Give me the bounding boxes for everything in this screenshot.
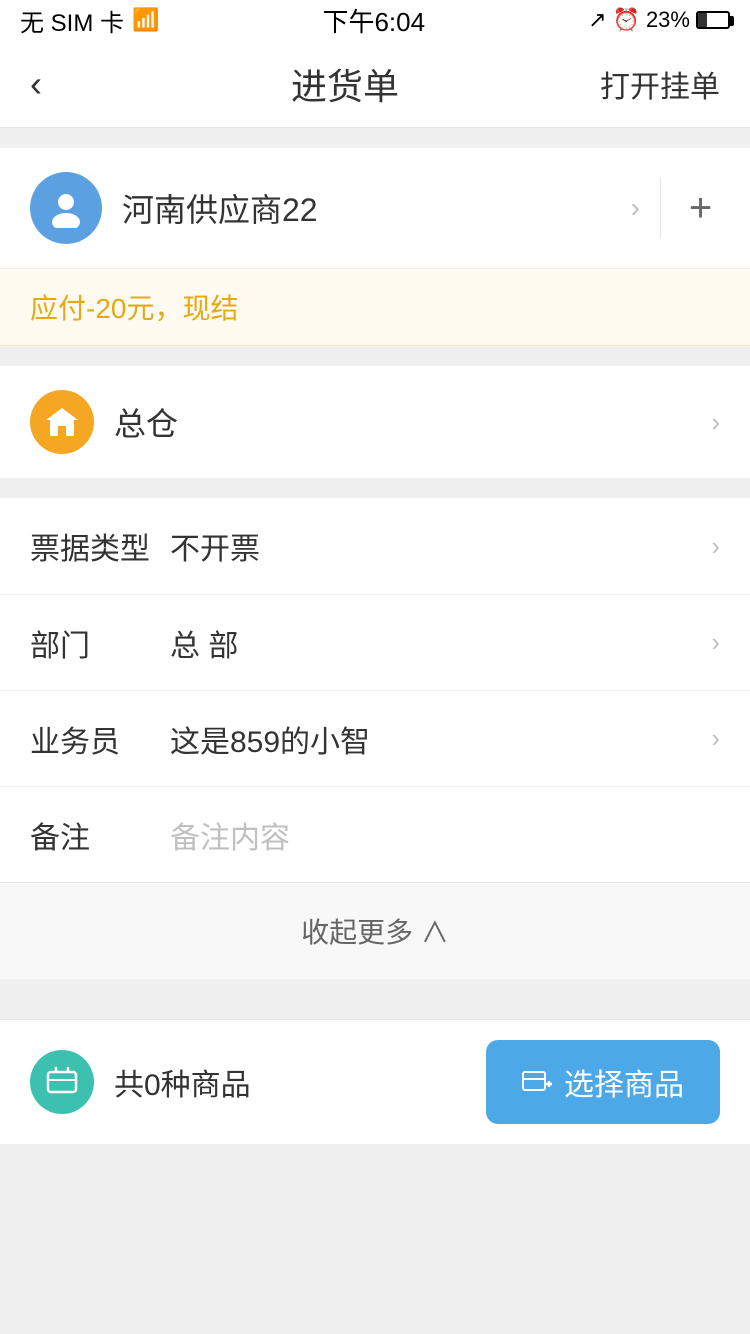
supplier-alert: 应付-20元，现结: [0, 269, 750, 346]
cart-icon: [44, 1064, 80, 1100]
page-title: 进货单: [291, 58, 399, 110]
warehouse-name: 总仓: [114, 399, 711, 445]
remark-row[interactable]: 备注 备注内容: [0, 786, 750, 882]
select-product-button[interactable]: 选择商品: [486, 1040, 720, 1124]
bottom-bar: 共0种商品 选择商品: [0, 1019, 750, 1144]
section-divider-1: [0, 128, 750, 148]
status-bar: 无 SIM 卡 📶 下午6:04 ↗ ⏰ 23%: [0, 0, 750, 40]
section-divider-2: [0, 346, 750, 366]
location-icon: ↗: [588, 7, 606, 33]
status-right: ↗ ⏰ 23%: [588, 7, 730, 33]
supplier-avatar: [30, 172, 102, 244]
invoice-type-row[interactable]: 票据类型 不开票 ›: [0, 498, 750, 594]
product-icon: [30, 1050, 94, 1114]
supplier-section: 河南供应商22 › + 应付-20元，现结: [0, 148, 750, 346]
wifi-icon: 📶: [132, 7, 159, 33]
collapse-row[interactable]: 收起更多 ∧: [0, 882, 750, 979]
supplier-chevron-icon: ›: [631, 192, 640, 224]
sim-label: 无 SIM 卡: [20, 3, 124, 38]
salesperson-label: 业务员: [30, 717, 170, 761]
section-divider-3: [0, 478, 750, 498]
remark-input[interactable]: 备注内容: [170, 813, 720, 857]
battery-label: 23%: [646, 7, 690, 33]
warehouse-chevron-icon: ›: [711, 407, 720, 438]
department-row[interactable]: 部门 总 部 ›: [0, 594, 750, 690]
product-count: 共0种商品: [114, 1060, 486, 1104]
warehouse-row[interactable]: 总仓 ›: [0, 366, 750, 478]
back-button[interactable]: ‹: [30, 63, 90, 105]
supplier-row[interactable]: 河南供应商22 › +: [0, 148, 750, 269]
warehouse-section: 总仓 ›: [0, 366, 750, 478]
status-left: 无 SIM 卡 📶: [20, 3, 159, 38]
supplier-name: 河南供应商22: [122, 185, 631, 231]
home-icon: [44, 404, 80, 440]
battery-icon: [696, 11, 730, 29]
department-value: 总 部: [170, 621, 711, 665]
invoice-type-label: 票据类型: [30, 524, 170, 568]
status-time: 下午6:04: [322, 2, 425, 39]
form-section: 票据类型 不开票 › 部门 总 部 › 业务员 这是859的小智 › 备注 备注…: [0, 498, 750, 979]
alarm-icon: ⏰: [613, 7, 640, 33]
add-supplier-button[interactable]: +: [660, 178, 720, 238]
collapse-label: 收起更多 ∧: [301, 917, 449, 948]
invoice-type-chevron-icon: ›: [711, 531, 720, 562]
select-product-label: 选择商品: [564, 1060, 684, 1104]
user-icon: [46, 188, 86, 228]
remark-label: 备注: [30, 813, 170, 857]
nav-bar: ‹ 进货单 打开挂单: [0, 40, 750, 128]
warehouse-icon: [30, 390, 94, 454]
salesperson-chevron-icon: ›: [711, 723, 720, 754]
section-divider-4: [0, 979, 750, 999]
department-label: 部门: [30, 621, 170, 665]
salesperson-value: 这是859的小智: [170, 717, 711, 761]
select-product-icon: [522, 1068, 554, 1096]
department-chevron-icon: ›: [711, 627, 720, 658]
open-pending-button[interactable]: 打开挂单: [600, 62, 720, 106]
invoice-type-value: 不开票: [170, 524, 711, 568]
salesperson-row[interactable]: 业务员 这是859的小智 ›: [0, 690, 750, 786]
